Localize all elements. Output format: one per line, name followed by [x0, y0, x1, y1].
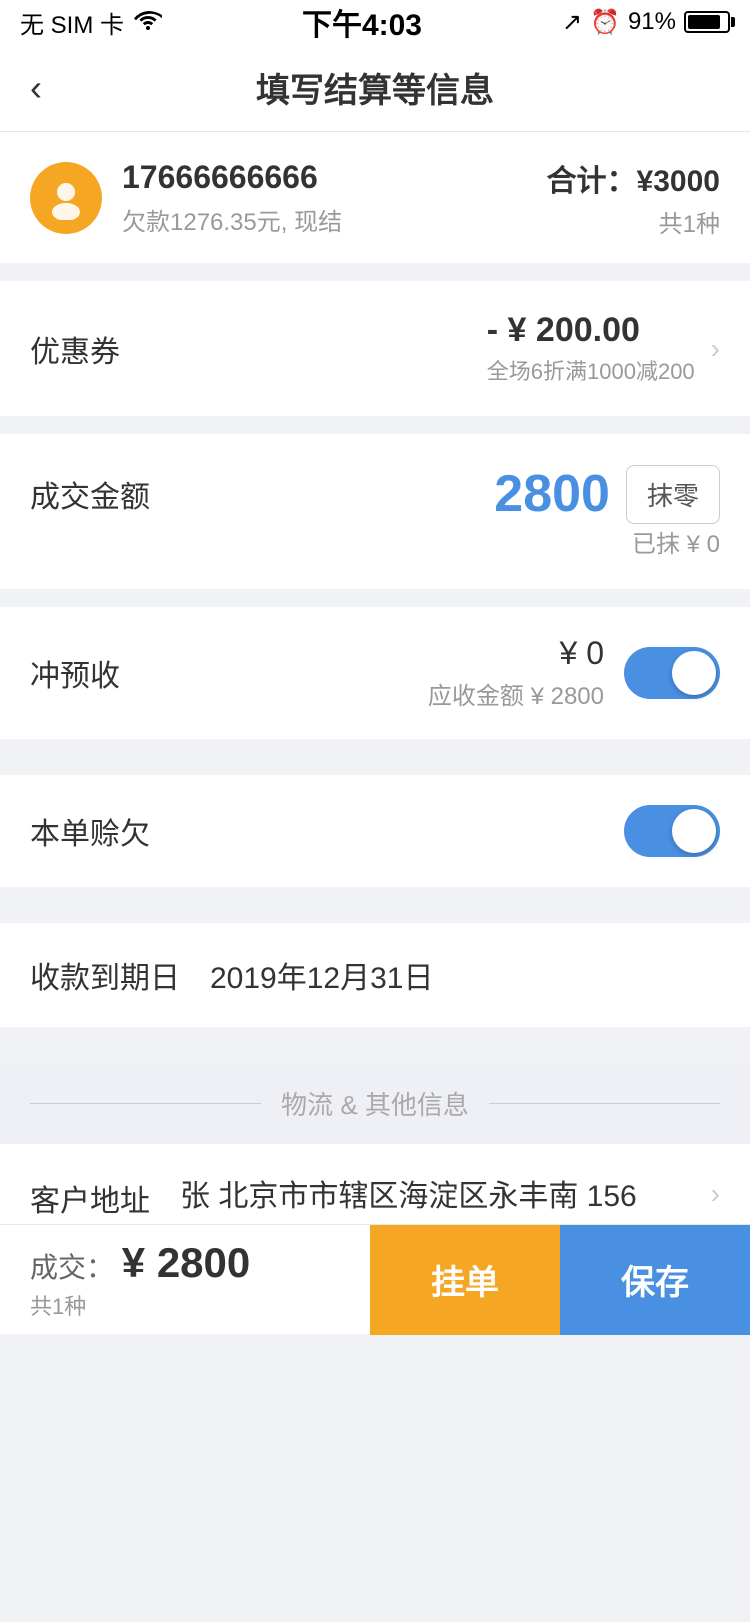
pre-amount: ¥ 0 [428, 635, 604, 672]
bad-debt-toggle[interactable] [624, 805, 720, 857]
coupon-desc: 全场6折满1000减200 [487, 354, 695, 386]
pre-receivable: 应收金额 ¥ 2800 [428, 676, 604, 711]
battery-icon [684, 11, 730, 33]
bad-debt-card: 本单赊欠 [0, 775, 750, 887]
section-gap-3 [0, 1045, 750, 1063]
address-chevron-icon: › [711, 1174, 720, 1210]
bottom-deal-amount: ¥ 2800 [122, 1239, 250, 1286]
bad-debt-label: 本单赊欠 [30, 809, 150, 853]
user-phone: 17666666666 [122, 159, 342, 196]
total-count: 共1种 [547, 204, 720, 239]
deal-sub: 已抹 ¥ 0 [632, 531, 720, 558]
coupon-row[interactable]: 优惠券 - ¥ 200.00 全场6折满1000减200 › [0, 281, 750, 416]
save-button[interactable]: 保存 [560, 1225, 750, 1335]
user-right: 合计：¥3000 共1种 [547, 156, 720, 239]
bottom-summary: 成交： ¥ 2800 共1种 [0, 1239, 370, 1321]
status-time: 下午4:03 [302, 0, 422, 44]
pre-amount-block: ¥ 0 应收金额 ¥ 2800 [428, 635, 604, 711]
deal-row: 成交金额 2800 抹零 [30, 464, 720, 524]
deal-section: 成交金额 2800 抹零 已抹 ¥ 0 [0, 434, 750, 589]
due-date-value: 2019年12月31日 [210, 953, 433, 997]
due-date-row: 收款到期日 2019年12月31日 [0, 923, 750, 1027]
bad-debt-row: 本单赊欠 [0, 775, 750, 887]
user-left: 17666666666 欠款1276.35元, 现结 [30, 159, 342, 237]
sim-text: 无 SIM 卡 [20, 5, 124, 40]
coupon-amount: - ¥ 200.00 [487, 311, 695, 350]
status-left: 无 SIM 卡 [20, 5, 162, 40]
deal-label: 成交金额 [30, 472, 150, 516]
gray-filler [0, 1312, 750, 1492]
user-debt: 欠款1276.35元, 现结 [122, 202, 342, 237]
bottom-bar: 成交： ¥ 2800 共1种 挂单 保存 [0, 1224, 750, 1334]
due-date-label: 收款到期日 [30, 953, 180, 997]
round-button[interactable]: 抹零 [626, 465, 720, 524]
coupon-card[interactable]: 优惠券 - ¥ 200.00 全场6折满1000减200 › [0, 281, 750, 416]
chevron-right-icon: › [711, 333, 720, 365]
toggle-knob [672, 651, 716, 695]
user-row: 17666666666 欠款1276.35元, 现结 合计：¥3000 共1种 [0, 132, 750, 263]
bad-debt-toggle-knob [672, 809, 716, 853]
content: 17666666666 欠款1276.35元, 现结 合计：¥3000 共1种 … [0, 132, 750, 1622]
alarm-icon: ⏰ [590, 8, 620, 37]
due-date-card: 收款到期日 2019年12月31日 [0, 923, 750, 1027]
bottom-deal-label: 成交： [30, 1252, 114, 1283]
location-icon: ↗ [562, 8, 582, 37]
section-gap-2 [0, 905, 750, 923]
address-label: 客户地址 [30, 1174, 150, 1220]
battery-text: 91% [628, 8, 676, 36]
hang-button[interactable]: 挂单 [370, 1225, 560, 1335]
nav-bar: ‹ 填写结算等信息 [0, 44, 750, 132]
pre-collect-right: ¥ 0 应收金额 ¥ 2800 [428, 635, 720, 711]
status-right: ↗ ⏰ 91% [562, 8, 730, 37]
pre-collect-toggle[interactable] [624, 647, 720, 699]
divider-line-left [30, 1103, 261, 1104]
divider-line-right [489, 1103, 720, 1104]
pre-collect-card: 冲预收 ¥ 0 应收金额 ¥ 2800 [0, 607, 750, 739]
logistics-label: 物流 & 其他信息 [281, 1085, 469, 1122]
bottom-count: 共1种 [30, 1289, 340, 1321]
page-title: 填写结算等信息 [256, 63, 494, 112]
pre-collect-label: 冲预收 [30, 651, 120, 695]
deal-right: 2800 抹零 [494, 464, 720, 524]
deal-amount: 2800 [494, 464, 610, 524]
status-bar: 无 SIM 卡 下午4:03 ↗ ⏰ 91% [0, 0, 750, 44]
total-amount: 合计：¥3000 [547, 156, 720, 200]
user-info: 17666666666 欠款1276.35元, 现结 [122, 159, 342, 237]
coupon-label: 优惠券 [30, 327, 120, 371]
avatar [30, 162, 102, 234]
pre-collect-row: 冲预收 ¥ 0 应收金额 ¥ 2800 [0, 607, 750, 739]
bottom-deal-row: 成交： ¥ 2800 [30, 1239, 340, 1287]
coupon-right: - ¥ 200.00 全场6折满1000减200 › [487, 311, 720, 386]
logistics-divider: 物流 & 其他信息 [0, 1063, 750, 1144]
wifi-icon [134, 8, 162, 37]
section-gap-1 [0, 757, 750, 775]
back-button[interactable]: ‹ [30, 67, 90, 109]
